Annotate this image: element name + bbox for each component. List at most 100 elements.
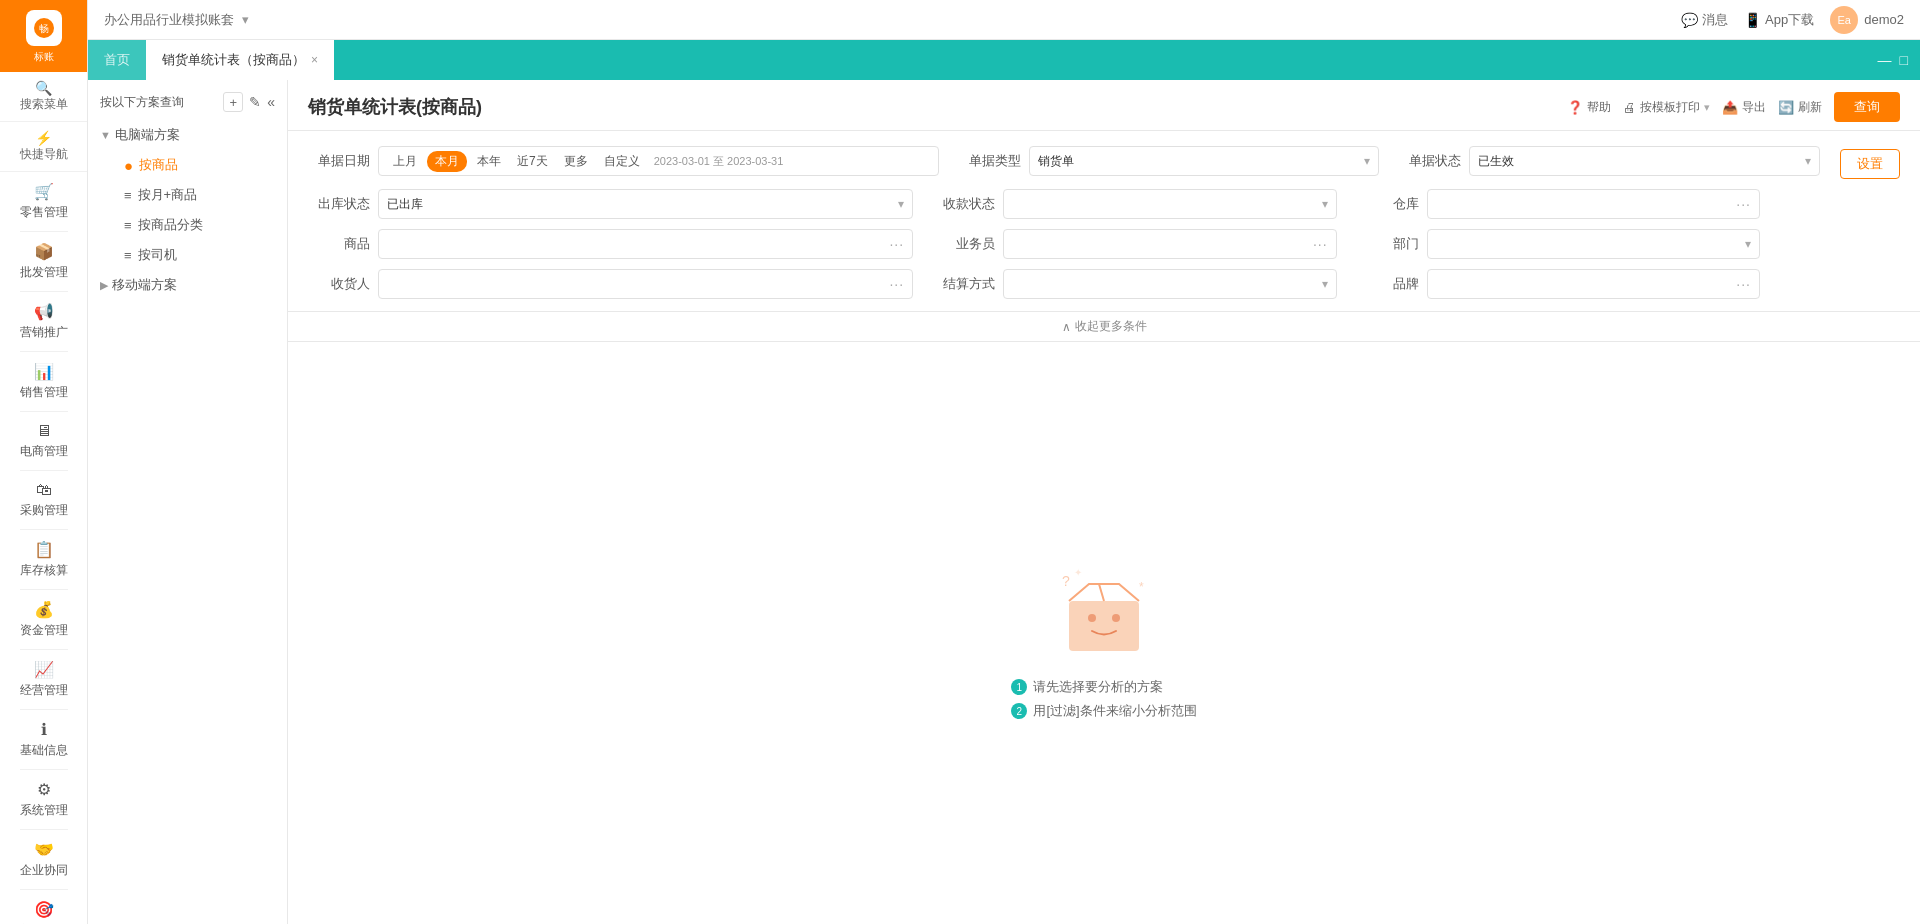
left-panel: 按以下方案查询 + ✎ « ▼ 电脑端方案 ● 按商品 ≡ 按月+商	[88, 80, 288, 924]
empty-state: ? * ✦ 1 请先选择要分析的方案 2 用[过滤]条件来缩小分析范围	[288, 342, 1920, 924]
sidebar-item-8[interactable]: 📈经营管理	[20, 650, 68, 710]
collapse-row[interactable]: ∧ 收起更多条件	[288, 312, 1920, 342]
sidebar-item-10[interactable]: ⚙系统管理	[20, 770, 68, 830]
sidebar-item-12[interactable]: 🎯新手引导	[20, 890, 68, 924]
department-label: 部门	[1357, 235, 1427, 253]
date-custom[interactable]: 自定义	[598, 151, 646, 172]
tree-pc-section[interactable]: ▼ 电脑端方案	[88, 120, 287, 150]
date-recent7[interactable]: 近7天	[511, 151, 554, 172]
out-status-chevron: ▾	[898, 197, 904, 211]
svg-point-3	[1088, 614, 1096, 622]
out-status-label: 出库状态	[308, 195, 378, 213]
tree-item-by-category-label: 按商品分类	[138, 216, 203, 234]
department-chevron: ▾	[1745, 237, 1751, 251]
help-btn[interactable]: ❓ 帮助	[1567, 99, 1611, 116]
filter-group-date: 单据日期 上月 本月 本年 近7天 更多 自定义 2023-03-01 至 20…	[308, 146, 939, 176]
doc-type-input[interactable]: 销货单 ▾	[1029, 146, 1380, 176]
tab-active[interactable]: 销货单统计表（按商品） ×	[146, 40, 334, 80]
tree-item-by-category[interactable]: ≡ 按商品分类	[112, 210, 287, 240]
sidebar-item-7[interactable]: 💰资金管理	[20, 590, 68, 650]
top-bar: 办公用品行业模拟账套 ▾ 💬 消息 📱 App下载 Ea demo2	[88, 0, 1920, 40]
svg-text:?: ?	[1062, 573, 1070, 589]
brand-input[interactable]: ···	[1427, 269, 1760, 299]
sidebar-item-1[interactable]: 📦批发管理	[20, 232, 68, 292]
sidebar-item-5[interactable]: 🛍采购管理	[20, 471, 68, 530]
sidebar-item-3[interactable]: 📊销售管理	[20, 352, 68, 412]
settlement-chevron: ▾	[1322, 277, 1328, 291]
export-btn[interactable]: 📤 导出	[1722, 99, 1766, 116]
tab-maximize-icon[interactable]: □	[1900, 52, 1908, 68]
sidebar-item-11[interactable]: 🤝企业协同	[20, 830, 68, 890]
logo-icon: 畅	[26, 10, 62, 46]
edit-scheme-icon[interactable]: ✎	[249, 94, 261, 110]
sidebar-item-icon: 🤝	[34, 840, 54, 859]
payment-status-input[interactable]: ▾	[1003, 189, 1336, 219]
page-actions: ❓ 帮助 🖨 按模板打印 ▾ 📤 导出 🔄	[1567, 92, 1900, 122]
sidebar-item-0[interactable]: 🛒零售管理	[20, 172, 68, 232]
date-this-month[interactable]: 本月	[427, 151, 467, 172]
collapse-panel-icon[interactable]: «	[267, 94, 275, 110]
collapse-label: 收起更多条件	[1075, 318, 1147, 335]
action-buttons-col: 查询 设置	[1840, 143, 1900, 179]
svg-rect-2	[1069, 601, 1139, 651]
filter-group-warehouse: 仓库 ···	[1357, 189, 1760, 219]
goods-dots: ···	[889, 236, 904, 252]
department-input[interactable]: ▾	[1427, 229, 1760, 259]
page-header: 销货单统计表(按商品) ❓ 帮助 🖨 按模板打印 ▾ 📤	[288, 80, 1920, 131]
app-download-btn[interactable]: 📱 App下载	[1744, 11, 1814, 29]
warehouse-dots: ···	[1736, 196, 1751, 212]
tree-pc-subitems: ● 按商品 ≡ 按月+商品 ≡ 按商品分类 ≡ 按司机	[88, 150, 287, 270]
date-prev-month[interactable]: 上月	[387, 151, 423, 172]
content-area: 按以下方案查询 + ✎ « ▼ 电脑端方案 ● 按商品 ≡ 按月+商	[88, 80, 1920, 924]
settlement-input[interactable]: ▾	[1003, 269, 1336, 299]
sidebar-quicknav[interactable]: ⚡ 快捷导航	[0, 122, 87, 172]
goods-input[interactable]: ···	[378, 229, 913, 259]
sidebar-item-9[interactable]: ℹ基础信息	[20, 710, 68, 770]
sidebar-search[interactable]: 🔍 搜索菜单	[0, 72, 87, 122]
doc-status-input[interactable]: 已生效 ▾	[1469, 146, 1820, 176]
recipient-input[interactable]: ···	[378, 269, 913, 299]
message-btn[interactable]: 💬 消息	[1681, 11, 1728, 29]
filter-group-recipient: 收货人 ···	[308, 269, 913, 299]
user-info[interactable]: Ea demo2	[1830, 6, 1904, 34]
tab-minimize-icon[interactable]: —	[1878, 52, 1892, 68]
tab-close-icon[interactable]: ×	[311, 53, 318, 67]
sidebar-item-6[interactable]: 📋库存核算	[20, 530, 68, 590]
filter-group-doctype: 单据类型 销货单 ▾	[959, 146, 1380, 176]
filter-group-payment: 收款状态 ▾	[933, 189, 1336, 219]
date-field[interactable]: 上月 本月 本年 近7天 更多 自定义 2023-03-01 至 2023-03…	[378, 146, 939, 176]
empty-tips: 1 请先选择要分析的方案 2 用[过滤]条件来缩小分析范围	[1011, 678, 1196, 720]
svg-text:*: *	[1139, 580, 1144, 594]
sidebar-item-icon: 💰	[34, 600, 54, 619]
tree-item-by-driver[interactable]: ≡ 按司机	[112, 240, 287, 270]
out-status-input[interactable]: 已出库 ▾	[378, 189, 913, 219]
refresh-btn[interactable]: 🔄 刷新	[1778, 99, 1822, 116]
setting-btn[interactable]: 设置	[1840, 149, 1900, 179]
tree-expand-icon: ▼	[100, 129, 111, 141]
tab-home[interactable]: 首页	[88, 40, 146, 80]
logo-text: 标账	[34, 50, 54, 64]
date-more[interactable]: 更多	[558, 151, 594, 172]
salesperson-input[interactable]: ···	[1003, 229, 1336, 259]
sidebar-item-icon: 🖥	[36, 422, 52, 440]
payment-status-label: 收款状态	[933, 195, 1003, 213]
filter-group-docstatus: 单据状态 已生效 ▾	[1399, 146, 1820, 176]
svg-point-4	[1112, 614, 1120, 622]
tree-item-by-goods[interactable]: ● 按商品	[112, 150, 287, 180]
sidebar-item-4[interactable]: 🖥电商管理	[20, 412, 68, 471]
warehouse-label: 仓库	[1357, 195, 1427, 213]
tree-mobile-section[interactable]: ▶ 移动端方案	[88, 270, 287, 300]
left-panel-icons: + ✎ «	[223, 92, 275, 112]
query-button[interactable]: 查询	[1834, 92, 1900, 122]
warehouse-input[interactable]: ···	[1427, 189, 1760, 219]
date-this-year[interactable]: 本年	[471, 151, 507, 172]
filter-group-goods: 商品 ···	[308, 229, 913, 259]
sidebar-item-2[interactable]: 📢营销推广	[20, 292, 68, 352]
goods-label: 商品	[308, 235, 378, 253]
filter-group-salesperson: 业务员 ···	[933, 229, 1336, 259]
add-scheme-icon[interactable]: +	[223, 92, 243, 112]
tree-item-by-month-goods[interactable]: ≡ 按月+商品	[112, 180, 287, 210]
print-btn[interactable]: 🖨 按模板打印 ▾	[1623, 99, 1710, 116]
sidebar-logo[interactable]: 畅 标账	[0, 0, 87, 72]
industry-dropdown[interactable]: ▾	[242, 12, 249, 27]
